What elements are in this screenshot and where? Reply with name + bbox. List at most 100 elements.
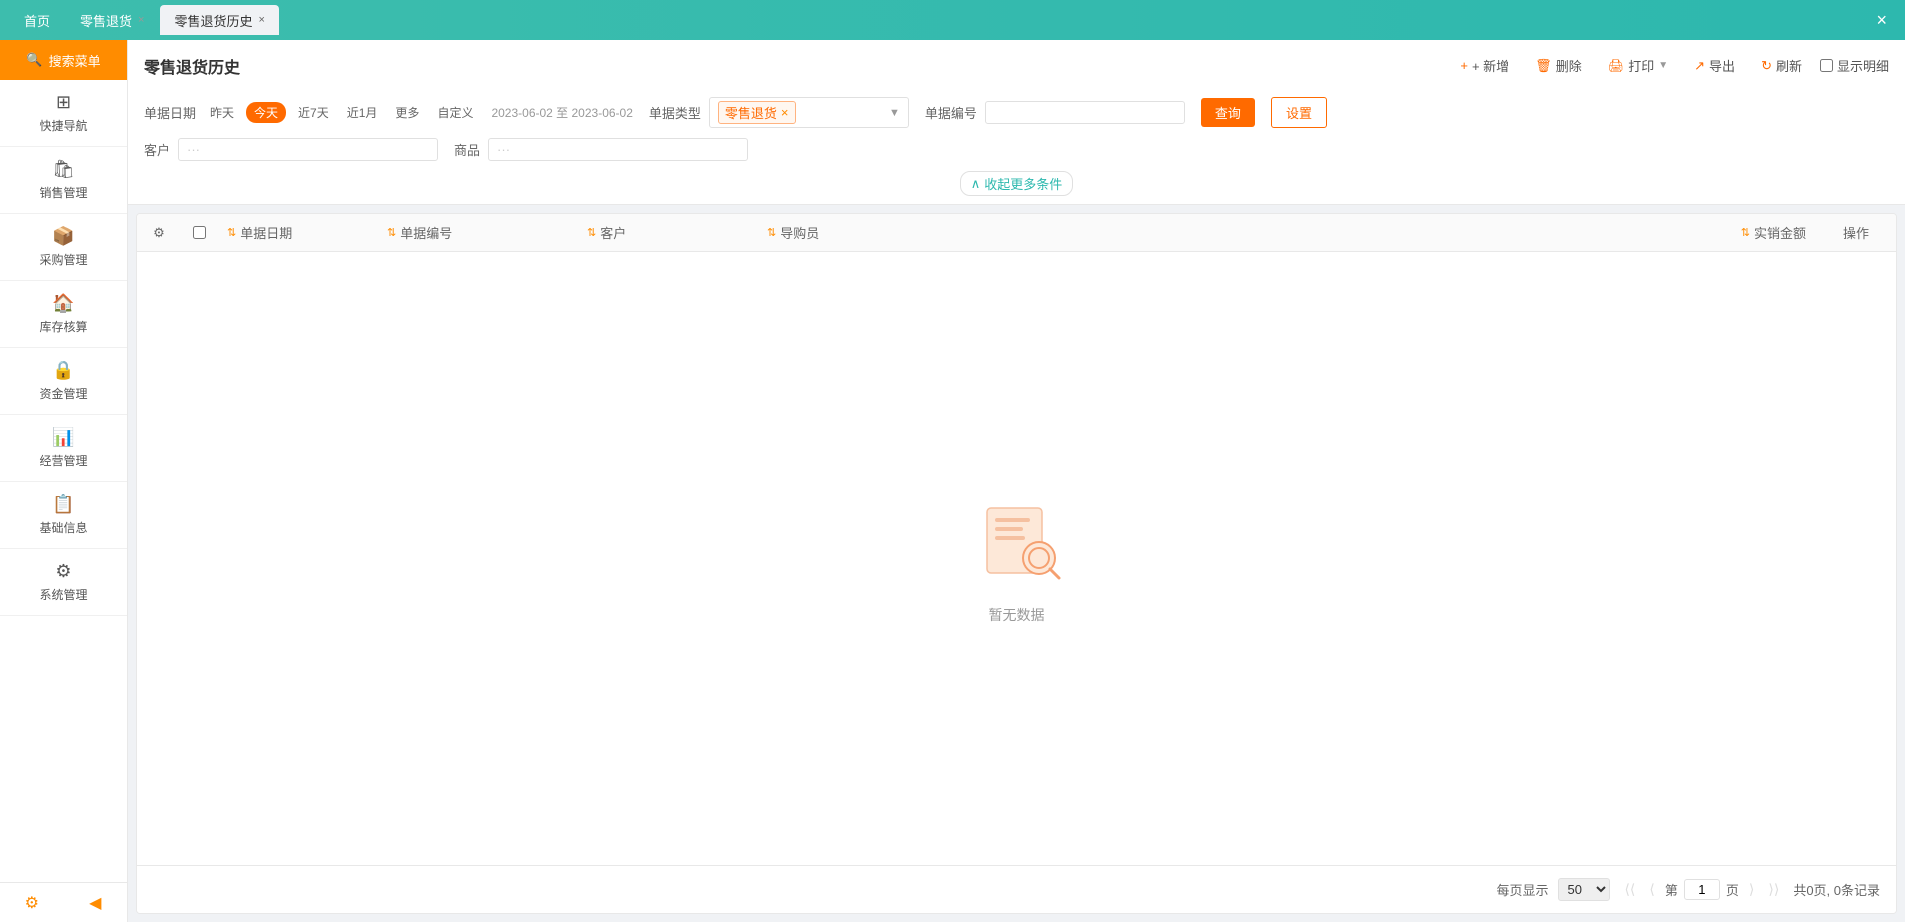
sidebar-item-finance[interactable]: 🔒 资金管理	[0, 348, 127, 415]
doc-type-dropdown-icon: ▼	[889, 107, 900, 119]
sidebar-item-sales-mgmt[interactable]: 🛍 销售管理	[0, 147, 127, 214]
date-btn-more[interactable]: 更多	[389, 102, 425, 123]
export-label: 导出	[1709, 56, 1735, 75]
tab-list: 首页 零售退货 × 零售退货历史 ×	[10, 5, 1868, 35]
sidebar-item-purchase-mgmt[interactable]: 📦 采购管理	[0, 214, 127, 281]
collapse-row: ∧ 收起更多条件	[144, 171, 1889, 196]
date-btn-7days[interactable]: 近7天	[292, 102, 335, 123]
goods-label: 商品	[454, 140, 480, 159]
next-page-button[interactable]: ⟩	[1745, 879, 1758, 900]
print-icon: 🖨	[1608, 58, 1625, 74]
column-settings-icon[interactable]: ⚙	[153, 225, 165, 241]
sidebar-settings-button[interactable]: ⚙	[0, 883, 64, 922]
inventory-icon: 🏠	[52, 293, 74, 314]
filter-area: 单据日期 昨天 今天 近7天 近1月 更多 自定义 2023-06-02 至 2…	[144, 87, 1889, 204]
refresh-button[interactable]: ↻ 刷新	[1753, 52, 1810, 79]
th-action: 操作	[1816, 215, 1896, 250]
doc-type-tag-remove[interactable]: ×	[781, 105, 789, 120]
filter-row-2: 客户 ··· 商品 ···	[144, 138, 1889, 161]
date-btn-1month[interactable]: 近1月	[341, 102, 384, 123]
last-page-button[interactable]: ⟩⟩	[1764, 879, 1783, 900]
doc-type-tag-label: 零售退货	[725, 103, 777, 122]
date-btn-yesterday[interactable]: 昨天	[204, 102, 240, 123]
print-dropdown-icon: ▼	[1658, 60, 1668, 71]
operation-icon: 📊	[52, 427, 74, 448]
window-close-button[interactable]: ×	[1868, 10, 1895, 31]
delete-label: 删除	[1556, 56, 1582, 75]
delete-button[interactable]: 🗑 删除	[1527, 52, 1590, 79]
toolbar: + + 新增 🗑 删除 🖨 打印 ▼ ↗ 导出	[1452, 52, 1889, 79]
date-btn-today[interactable]: 今天	[246, 102, 286, 123]
sort-num-icon[interactable]: ⇅	[387, 226, 396, 239]
page-nav: ⟨⟨ ⟨ 第 页 ⟩ ⟩⟩	[1620, 879, 1783, 900]
query-button[interactable]: 查询	[1201, 98, 1255, 127]
th-amount: ⇅ 实销金额	[1686, 215, 1816, 250]
settings-filter-button[interactable]: 设置	[1271, 97, 1327, 128]
tab-retail-return-history-close[interactable]: ×	[258, 14, 264, 26]
display-detail-checkbox[interactable]	[1820, 59, 1833, 72]
doc-num-input[interactable]	[985, 101, 1185, 124]
sidebar-search[interactable]: 🔍 搜索菜单	[0, 40, 127, 80]
pagination-summary: 共0页, 0条记录	[1793, 880, 1880, 899]
finance-icon: 🔒	[52, 360, 74, 381]
print-label: 打印	[1628, 56, 1654, 75]
sidebar-item-quick-nav-label: 快捷导航	[39, 117, 87, 134]
sidebar-item-quick-nav[interactable]: ⊞ 快捷导航	[0, 80, 127, 147]
filter-item-doc-type: 单据类型 零售退货 × ▼	[649, 97, 909, 128]
tab-retail-return[interactable]: 零售退货 ×	[66, 5, 158, 35]
sidebar-item-finance-label: 资金管理	[39, 385, 87, 402]
sidebar-item-inventory[interactable]: 🏠 库存核算	[0, 281, 127, 348]
th-num: ⇅ 单据编号	[377, 215, 577, 250]
current-page-label: 第	[1665, 880, 1678, 899]
select-all-checkbox[interactable]	[193, 226, 206, 239]
prev-page-button[interactable]: ⟨	[1645, 879, 1658, 900]
th-action-label: 操作	[1843, 223, 1869, 242]
sidebar: 🔍 搜索菜单 ⊞ 快捷导航 🛍 销售管理 📦 采购管理 🏠 库存核算 🔒 资金管…	[0, 40, 128, 922]
sidebar-collapse-button[interactable]: ◀	[64, 883, 128, 922]
top-bar: 首页 零售退货 × 零售退货历史 × ×	[0, 0, 1905, 40]
sidebar-item-operation[interactable]: 📊 经营管理	[0, 415, 127, 482]
tab-home-label: 首页	[24, 11, 50, 30]
sort-customer-icon[interactable]: ⇅	[587, 226, 596, 239]
tab-home[interactable]: 首页	[10, 5, 64, 35]
goods-select[interactable]: ···	[488, 138, 748, 161]
th-settings[interactable]: ⚙	[137, 217, 181, 249]
first-page-button[interactable]: ⟨⟨	[1620, 879, 1639, 900]
quick-nav-icon: ⊞	[56, 92, 71, 113]
refresh-label: 刷新	[1776, 56, 1802, 75]
th-check[interactable]	[181, 218, 217, 247]
doc-type-select[interactable]: 零售退货 × ▼	[709, 97, 909, 128]
sidebar-item-system-mgmt-label: 系统管理	[39, 586, 87, 603]
tab-retail-return-history-label: 零售退货历史	[174, 11, 252, 30]
page-number-input[interactable]	[1684, 879, 1720, 900]
sidebar-item-system-mgmt[interactable]: ⚙ 系统管理	[0, 549, 127, 616]
empty-state: 暂无数据	[137, 252, 1896, 865]
date-btn-custom[interactable]: 自定义	[431, 102, 479, 123]
th-guide: ⇅ 导购员	[757, 215, 1686, 250]
sidebar-item-purchase-mgmt-label: 采购管理	[39, 251, 87, 268]
tab-retail-return-close[interactable]: ×	[138, 14, 144, 26]
sidebar-item-sales-mgmt-label: 销售管理	[39, 184, 87, 201]
page-size-label: 每页显示	[1496, 880, 1548, 899]
page-header: 零售退货历史 + + 新增 🗑 删除 🖨 打印 ▼	[128, 40, 1905, 205]
add-label: + 新增	[1472, 56, 1509, 75]
empty-text: 暂无数据	[989, 605, 1045, 625]
sidebar-item-basic-info[interactable]: 📋 基础信息	[0, 482, 127, 549]
sort-date-icon[interactable]: ⇅	[227, 226, 236, 239]
th-amount-label: 实销金额	[1754, 223, 1806, 242]
print-button[interactable]: 🖨 打印 ▼	[1600, 52, 1676, 79]
date-shortcuts: 昨天 今天 近7天 近1月 更多 自定义	[204, 102, 479, 123]
export-button[interactable]: ↗ 导出	[1686, 52, 1743, 79]
tab-retail-return-history[interactable]: 零售退货历史 ×	[160, 5, 278, 35]
display-detail-toggle[interactable]: 显示明细	[1820, 56, 1889, 75]
sidebar-item-operation-label: 经营管理	[39, 452, 87, 469]
page-title-row: 零售退货历史 + + 新增 🗑 删除 🖨 打印 ▼	[144, 52, 1889, 87]
add-button[interactable]: + + 新增	[1452, 52, 1517, 79]
goods-placeholder: ···	[497, 142, 510, 157]
collapse-button[interactable]: ∧ 收起更多条件	[960, 171, 1074, 196]
page-size-select[interactable]: 50 10 20 100	[1558, 878, 1610, 901]
customer-select[interactable]: ···	[178, 138, 438, 161]
sort-amount-icon[interactable]: ⇅	[1741, 226, 1750, 239]
sort-guide-icon[interactable]: ⇅	[767, 226, 776, 239]
th-date: ⇅ 单据日期	[217, 215, 377, 250]
